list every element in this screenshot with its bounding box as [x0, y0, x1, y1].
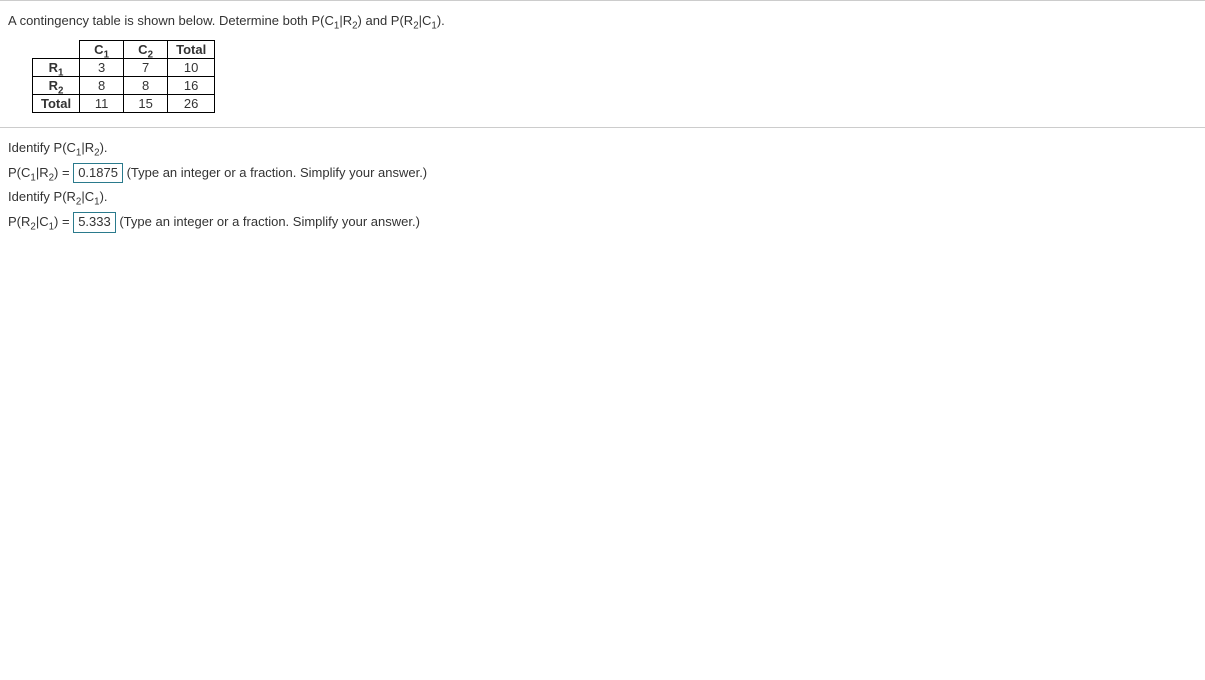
text-part: ).: [100, 189, 108, 204]
text-part: ) =: [54, 165, 73, 180]
table-cell: 10: [168, 58, 215, 76]
table-cell: 15: [124, 94, 168, 112]
hint-text: (Type an integer or a fraction. Simplify…: [116, 214, 420, 229]
text-part: |C: [36, 214, 49, 229]
table-cell: 11: [80, 94, 124, 112]
table-row-label-r1: R1: [33, 58, 80, 76]
question-text-part: ).: [437, 13, 445, 28]
table-row: Total 11 15 26: [33, 94, 215, 112]
answer-input-2[interactable]: 5.333: [73, 212, 116, 233]
subscript: 1: [104, 49, 109, 60]
subscript: 1: [58, 67, 63, 78]
question-prompt: A contingency table is shown below. Dete…: [8, 11, 1197, 32]
table-cell: 26: [168, 94, 215, 112]
identify-part1: Identify P(C1|R2).: [8, 138, 1197, 159]
table-row-label-total: Total: [33, 94, 80, 112]
answer-line-part2: P(R2|C1) = 5.333 (Type an integer or a f…: [8, 212, 1197, 233]
table-row: R2 8 8 16: [33, 76, 215, 94]
answer-line-part1: P(C1|R2) = 0.1875 (Type an integer or a …: [8, 163, 1197, 184]
label-text: R: [49, 60, 58, 75]
table-cell: 3: [80, 58, 124, 76]
text-part: |C: [81, 189, 94, 204]
subscript: 2: [58, 85, 63, 96]
table-cell: 8: [124, 76, 168, 94]
text-part: |R: [36, 165, 49, 180]
label-text: R: [49, 78, 58, 93]
text-part: ) =: [54, 214, 73, 229]
table-header-c1: C1: [80, 40, 124, 58]
text-part: ).: [100, 140, 108, 155]
subscript: 2: [148, 49, 153, 60]
header-text: C: [94, 42, 103, 57]
text-part: P(R: [8, 214, 30, 229]
question-text-part: |C: [419, 13, 432, 28]
contingency-table: C1 C2 Total R1 3 7 10 R2 8 8 16 Total 11…: [32, 40, 215, 113]
table-blank-cell: [33, 40, 80, 58]
text-part: Identify P(R: [8, 189, 76, 204]
table-cell: 7: [124, 58, 168, 76]
answer-input-1[interactable]: 0.1875: [73, 163, 123, 184]
hint-text: (Type an integer or a fraction. Simplify…: [123, 165, 427, 180]
text-part: |R: [81, 140, 94, 155]
table-cell: 16: [168, 76, 215, 94]
answers-section: Identify P(C1|R2). P(C1|R2) = 0.1875 (Ty…: [0, 128, 1205, 247]
header-text: C: [138, 42, 147, 57]
question-text-part: ) and P(R: [358, 13, 414, 28]
table-row-label-r2: R2: [33, 76, 80, 94]
table-header-row: C1 C2 Total: [33, 40, 215, 58]
text-part: P(C: [8, 165, 30, 180]
text-part: Identify P(C: [8, 140, 76, 155]
identify-part2: Identify P(R2|C1).: [8, 187, 1197, 208]
table-header-c2: C2: [124, 40, 168, 58]
question-text-part: A contingency table is shown below. Dete…: [8, 13, 334, 28]
table-header-total: Total: [168, 40, 215, 58]
question-container: A contingency table is shown below. Dete…: [0, 0, 1205, 247]
question-section: A contingency table is shown below. Dete…: [0, 1, 1205, 128]
table-row: R1 3 7 10: [33, 58, 215, 76]
table-cell: 8: [80, 76, 124, 94]
question-text-part: |R: [339, 13, 352, 28]
